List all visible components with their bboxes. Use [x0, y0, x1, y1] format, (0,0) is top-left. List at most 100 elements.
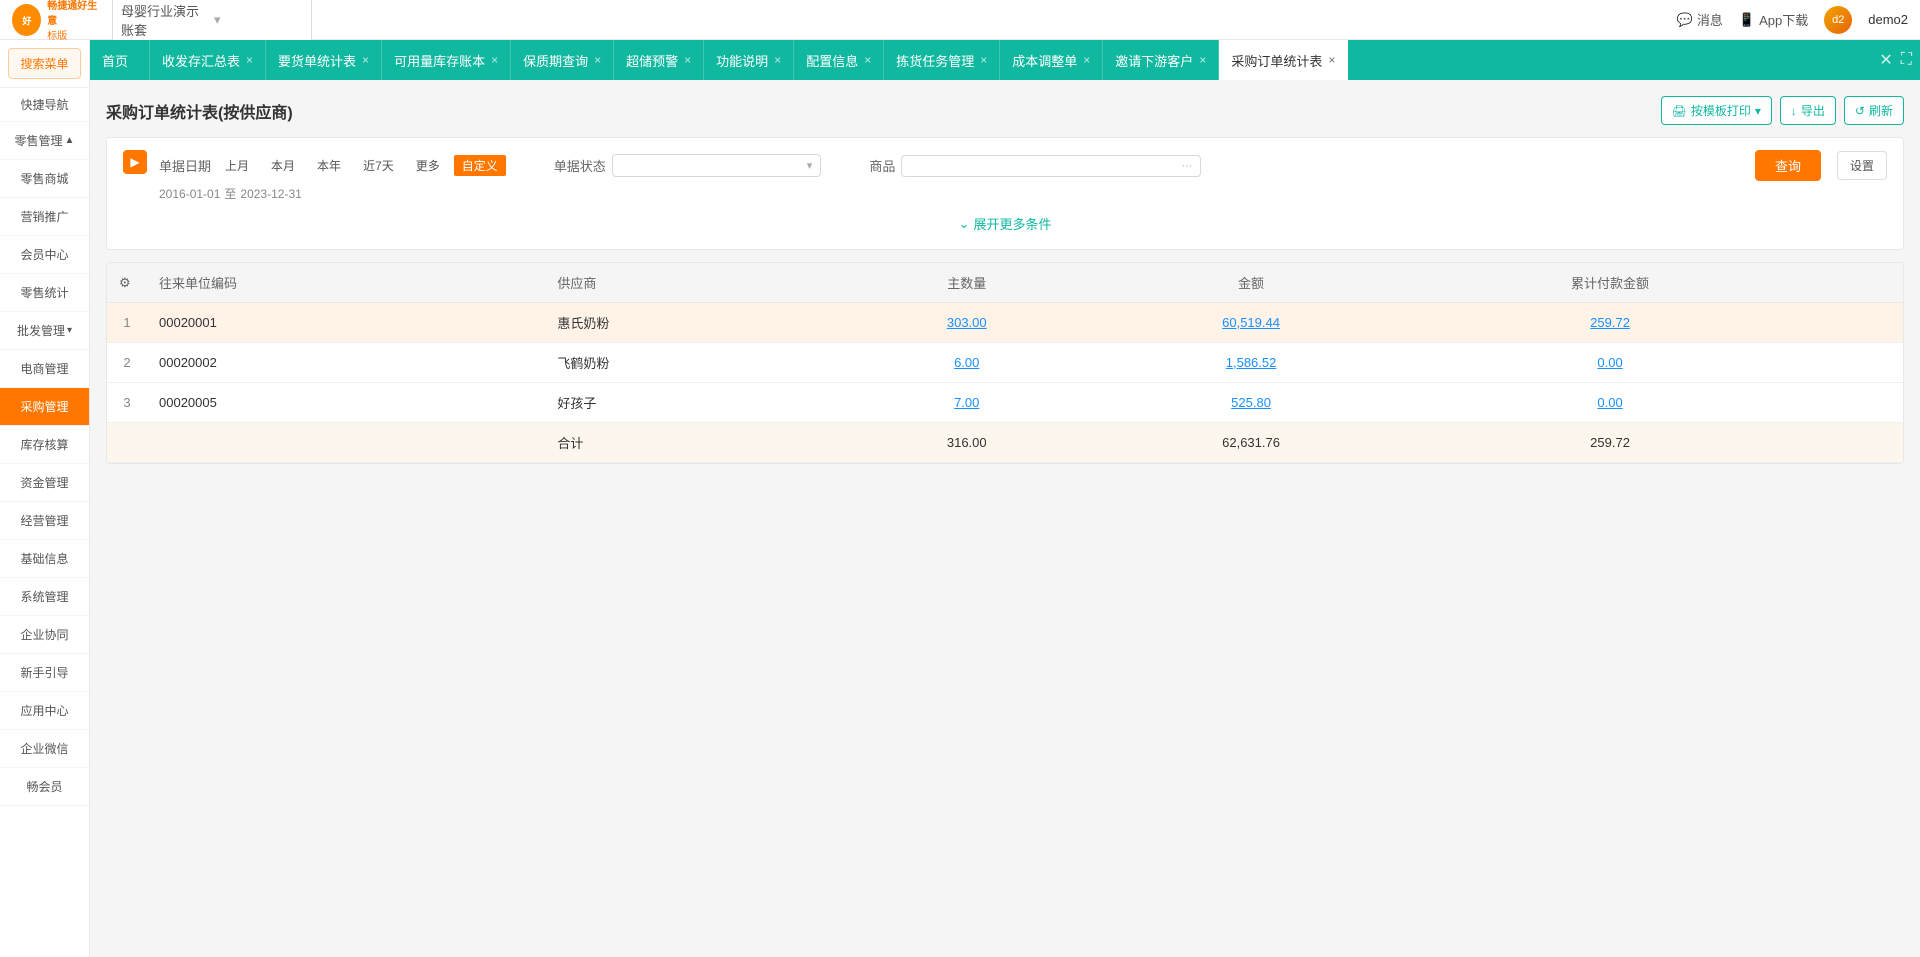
tab-overstock-warning[interactable]: 超储预警 × [614, 40, 704, 80]
tab-order-stats[interactable]: 要货单统计表 × [266, 40, 382, 80]
tab-function-guide[interactable]: 功能说明 × [704, 40, 794, 80]
tab-close-icon[interactable]: × [1328, 53, 1335, 67]
date-custom-tag[interactable]: 自定义 [454, 155, 506, 176]
sidebar-item-marketing[interactable]: 营销推广 [0, 198, 89, 236]
tab-invite-downstream[interactable]: 邀请下游客户 × [1103, 40, 1219, 80]
tab-cost-adjustment[interactable]: 成本调整单 × [1000, 40, 1103, 80]
date-shortcut-7days[interactable]: 近7天 [355, 155, 402, 176]
date-from: 2016-01-01 [159, 187, 220, 201]
tab-receive-send-summary[interactable]: 收发存汇总表 × [150, 40, 266, 80]
app-download-action[interactable]: 📱 App下载 [1739, 10, 1808, 29]
expand-more-button[interactable]: ⌄ 展开更多条件 [951, 210, 1060, 237]
sidebar: 搜索菜单 快捷导航 零售管理 ▲ 零售商城 营销推广 会员中心 零售统计 批发管… [0, 40, 90, 957]
data-table-container: ⚙ 往来单位编码 供应商 主数量 金额 累计付款金额 [106, 262, 1904, 464]
svg-text:好: 好 [21, 15, 31, 26]
sidebar-item-label: 零售管理 [15, 132, 63, 149]
sidebar-item-retail-stats[interactable]: 零售统计 [0, 274, 89, 312]
message-action[interactable]: 💬 消息 [1677, 10, 1723, 29]
sidebar-item-new-guide[interactable]: 新手引导 [0, 654, 89, 692]
sidebar-item-label: 采购管理 [20, 398, 68, 415]
row-num: 1 [107, 303, 147, 343]
sidebar-item-system[interactable]: 系统管理 [0, 578, 89, 616]
tab-close-icon[interactable]: × [774, 53, 781, 67]
sidebar-item-enterprise-wechat[interactable]: 企业微信 [0, 730, 89, 768]
tab-available-inventory[interactable]: 可用量库存账本 × [382, 40, 511, 80]
table-row[interactable]: 3 00020005 好孩子 7.00 525.80 0.00 [107, 383, 1903, 423]
print-button[interactable]: 🖨 按模板打印 ▾ [1661, 96, 1772, 125]
col-qty: 主数量 [842, 263, 1091, 303]
sidebar-item-wholesale-management[interactable]: 批发管理 ▾ [0, 312, 89, 350]
page-content: 采购订单统计表(按供应商) 🖨 按模板打印 ▾ ↓ 导出 ↺ [90, 80, 1920, 957]
tab-picking-task[interactable]: 拣货任务管理 × [884, 40, 1000, 80]
workspace-selector[interactable]: 母婴行业演示账套 ▾ [112, 0, 312, 44]
table-row[interactable]: 1 00020001 惠氏奶粉 303.00 60,519.44 259.72 [107, 303, 1903, 343]
search-menu-button[interactable]: 搜索菜单 [8, 48, 81, 79]
sidebar-item-inventory[interactable]: 库存核算 [0, 426, 89, 464]
tab-label: 功能说明 [716, 51, 768, 70]
refresh-button[interactable]: ↺ 刷新 [1844, 96, 1904, 125]
tab-label: 拣货任务管理 [896, 51, 974, 70]
date-shortcut-more[interactable]: 更多 [408, 155, 448, 176]
tab-close-icon[interactable]: × [491, 53, 498, 67]
sidebar-item-label: 批发管理 [17, 322, 65, 339]
tab-close-icon[interactable]: × [246, 53, 253, 67]
column-settings-icon[interactable]: ⚙ [119, 275, 131, 290]
avatar-initials: d2 [1832, 14, 1844, 26]
sidebar-item-collaboration[interactable]: 企业协同 [0, 616, 89, 654]
col-amount: 金额 [1091, 263, 1411, 303]
sidebar-item-label: 经营管理 [20, 512, 68, 529]
col-supplier: 供应商 [545, 263, 842, 303]
tab-close-icon[interactable]: × [362, 53, 369, 67]
settings-button[interactable]: 设置 [1837, 151, 1887, 180]
sidebar-item-member-center[interactable]: 会员中心 [0, 236, 89, 274]
tab-label: 可用量库存账本 [394, 51, 485, 70]
quick-nav-button[interactable]: 快捷导航 [0, 88, 89, 122]
row-amount: 60,519.44 [1091, 303, 1411, 343]
tab-close-icon[interactable]: × [1083, 53, 1090, 67]
tab-purchase-order-stats[interactable]: 采购订单统计表 × [1219, 40, 1348, 80]
tab-close-icon[interactable]: × [1199, 53, 1206, 67]
sidebar-item-ecommerce[interactable]: 电商管理 [0, 350, 89, 388]
date-shortcut-this-month[interactable]: 本月 [263, 155, 303, 176]
tab-expiry-query[interactable]: 保质期查询 × [511, 40, 614, 80]
tab-config-info[interactable]: 配置信息 × [794, 40, 884, 80]
filter-toggle-button[interactable]: ▶ [123, 150, 147, 174]
user-avatar[interactable]: d2 [1824, 6, 1852, 34]
goods-input[interactable]: ··· [901, 155, 1201, 177]
date-shortcut-last-month[interactable]: 上月 [217, 155, 257, 176]
print-icon: 🖨 [1672, 104, 1687, 118]
sidebar-item-retail-mall[interactable]: 零售商城 [0, 160, 89, 198]
sidebar-item-basic-info[interactable]: 基础信息 [0, 540, 89, 578]
tab-close-icon[interactable]: × [594, 53, 601, 67]
maximize-tab-icon[interactable]: ⛶ [1901, 51, 1912, 69]
date-filter-item: 单据日期 上月 本月 本年 近7天 更多 自定义 [159, 155, 506, 176]
sidebar-item-member[interactable]: 畅会员 [0, 768, 89, 806]
export-button[interactable]: ↓ 导出 [1780, 96, 1836, 125]
tab-close-icon[interactable]: × [864, 53, 871, 67]
row-qty: 6.00 [842, 343, 1091, 383]
sidebar-item-purchase-management[interactable]: 采购管理 [0, 388, 89, 426]
query-button[interactable]: 查询 [1755, 150, 1821, 181]
row-supplier: 飞鹤奶粉 [545, 343, 842, 383]
tab-close-icon[interactable]: × [980, 53, 987, 67]
sidebar-item-label: 企业协同 [20, 626, 68, 643]
filter-panel: ▶ 单据日期 上月 本月 本年 近7天 [106, 137, 1904, 250]
tab-close-icon[interactable]: × [684, 53, 691, 67]
date-shortcut-this-year[interactable]: 本年 [309, 155, 349, 176]
sidebar-item-label: 营销推广 [20, 208, 68, 225]
row-qty: 7.00 [842, 383, 1091, 423]
tab-label: 要货单统计表 [278, 51, 356, 70]
tab-home[interactable]: 首页 [90, 40, 150, 80]
sidebar-item-app-center[interactable]: 应用中心 [0, 692, 89, 730]
row-num: 3 [107, 383, 147, 423]
sidebar-item-retail-management[interactable]: 零售管理 ▲ [0, 122, 89, 160]
goods-filter-item: 商品 ··· [869, 155, 1201, 177]
status-select[interactable]: ▾ [612, 154, 822, 177]
close-tab-icon[interactable]: ✕ [1879, 50, 1892, 70]
table-row[interactable]: 2 00020002 飞鹤奶粉 6.00 1,586.52 0.00 [107, 343, 1903, 383]
sidebar-item-label: 新手引导 [20, 664, 68, 681]
tab-label: 采购订单统计表 [1231, 51, 1322, 70]
sidebar-item-operations[interactable]: 经营管理 [0, 502, 89, 540]
sidebar-item-finance[interactable]: 资金管理 [0, 464, 89, 502]
row-qty: 303.00 [842, 303, 1091, 343]
